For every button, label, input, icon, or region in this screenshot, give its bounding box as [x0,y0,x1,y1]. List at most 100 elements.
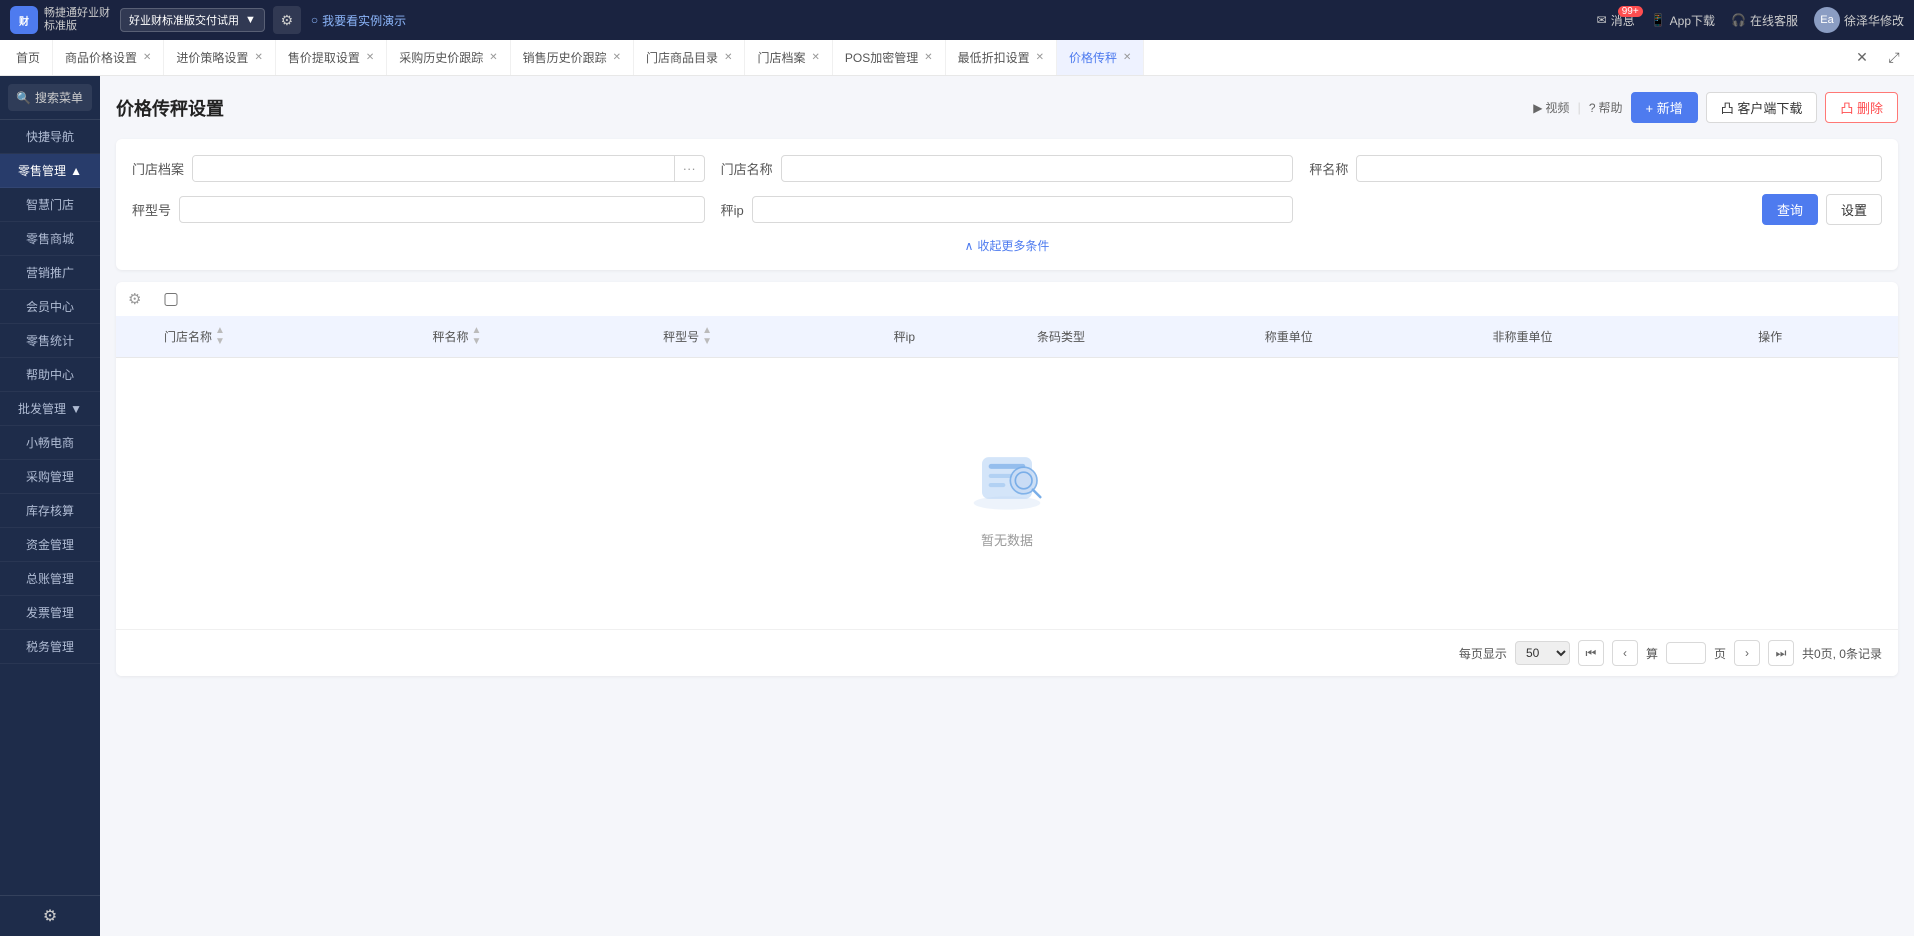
tab-sale-extract[interactable]: 售价提取设置 ✕ [276,40,387,76]
sidebar-item-purchase-manage[interactable]: 采购管理 [0,460,100,494]
tab-home[interactable]: 首页 [4,40,53,76]
filter-store-file: 门店档案 ··· [132,155,705,182]
filter-scale-ip: 秤ip [721,196,1294,223]
sidebar-item-inventory[interactable]: 库存核算 [0,494,100,528]
delete-button[interactable]: 凸 删除 [1825,92,1898,123]
online-service-btn[interactable]: 🎧 在线客服 [1731,12,1798,29]
sidebar-item-quick-nav[interactable]: 快捷导航 [0,120,100,154]
sidebar-item-smart-store[interactable]: 智慧门店 [0,188,100,222]
main-layout: 🔍 搜索菜单 快捷导航 零售管理 ▲ 智慧门店 零售商城 营销推广 会员中心 零… [0,76,1914,936]
logo-text: 畅捷通好业财 标准版 [44,7,110,33]
tab-close-pos-encrypt[interactable]: ✕ [924,52,932,63]
table-card: ⚙ 门店名称 ▲ ▼ [116,282,1898,676]
sort-icon-scale-name: ▲ ▼ [472,326,482,347]
sidebar-item-wholesale-manage[interactable]: 批发管理 ▼ [0,392,100,426]
messages-btn[interactable]: ✉ 消息 99+ [1597,12,1635,29]
sidebar-item-member-center[interactable]: 会员中心 [0,290,100,324]
tab-close-price-scale[interactable]: ✕ [1123,52,1131,63]
table-header-row: 门店名称 ▲ ▼ 秤名称 [116,316,1898,358]
search-menu-button[interactable]: 🔍 搜索菜单 [8,84,92,111]
demo-link[interactable]: ○ 我要看实例演示 [311,12,406,29]
page-first-btn[interactable]: ⏮ [1578,640,1604,666]
tab-restore-btn[interactable]: ⤢ [1878,42,1910,74]
tab-close-purchase-strategy[interactable]: ✕ [254,52,262,63]
page-last-btn[interactable]: ⏭ [1768,640,1794,666]
tab-close-purchase-history[interactable]: ✕ [489,52,497,63]
page-number-input[interactable]: 1 [1666,642,1706,664]
per-page-select[interactable]: 10 20 50 100 [1515,641,1570,665]
scale-ip-input[interactable] [752,196,1294,223]
sidebar-item-retail-stats[interactable]: 零售统计 [0,324,100,358]
tab-close-min-discount[interactable]: ✕ [1036,52,1044,63]
sidebar-item-invoice-manage[interactable]: 发票管理 [0,596,100,630]
tab-purchase-history[interactable]: 采购历史价跟踪 ✕ [387,40,510,76]
tab-close-price-setting[interactable]: ✕ [143,52,151,63]
filter-scale-model: 秤型号 [132,196,705,223]
scale-model-label: 秤型号 [132,200,171,219]
scale-name-input[interactable] [1356,155,1882,182]
content-area: 价格传秤设置 ▶ 视频 | ? 帮助 + 新增 凸 客户端下载 凸 删除 [100,76,1914,936]
download-button[interactable]: 凸 客户端下载 [1706,92,1818,123]
th-scale-name: 秤名称 ▲ ▼ [421,316,652,358]
scale-name-label: 秤名称 [1309,159,1348,178]
sidebar-item-help-center[interactable]: 帮助中心 [0,358,100,392]
page-next-btn[interactable]: › [1734,640,1760,666]
app-download-btn[interactable]: 📱 App下载 [1651,12,1715,29]
add-button[interactable]: + 新增 [1631,92,1698,123]
scale-model-input[interactable] [179,196,705,223]
tab-close-all-btn[interactable]: ✕ [1846,42,1878,74]
th-sort-scale-model[interactable]: 秤型号 ▲ ▼ [663,326,870,347]
filter-row-2: 秤型号 秤ip 查询 设置 [132,194,1882,225]
video-link[interactable]: ▶ 视频 [1533,99,1569,116]
sidebar-item-tax-manage[interactable]: 税务管理 [0,630,100,664]
top-right: ✉ 消息 99+ 📱 App下载 🎧 在线客服 Ea 徐泽华修改 [1597,7,1904,33]
tab-pos-encrypt[interactable]: POS加密管理 ✕ [833,40,946,76]
collapse-btn[interactable]: ∧ 收起更多条件 [965,237,1050,254]
top-actions: ⚙ [273,6,301,34]
store-file-more-icon[interactable]: ··· [674,156,704,181]
pagination: 每页显示 10 20 50 100 ⏮ ‹ 算 1 页 › ⏭ 共0页, 0条记… [116,629,1898,676]
settings-gear-icon[interactable]: ⚙ [273,6,301,34]
tab-bar-actions: ✕ ⤢ [1846,42,1910,74]
app-icon: 📱 [1651,13,1666,27]
filter-card: 门店档案 ··· 门店名称 秤名称 [116,139,1898,270]
tab-sale-history[interactable]: 销售历史价跟踪 ✕ [511,40,634,76]
settings-icon: ⚙ [43,908,57,925]
sidebar-item-general-ledger[interactable]: 总账管理 [0,562,100,596]
sidebar-item-marketing[interactable]: 营销推广 [0,256,100,290]
sidebar-settings[interactable]: ⚙ [0,895,100,936]
sidebar-item-retail-mall[interactable]: 零售商城 [0,222,100,256]
th-sort-scale-name[interactable]: 秤名称 ▲ ▼ [433,326,640,347]
table-gear-icon[interactable]: ⚙ [128,290,141,308]
collapse-arrow-icon: ▼ [70,402,82,416]
tab-close-sale-history[interactable]: ✕ [613,52,621,63]
collapse-row: ∧ 收起更多条件 [132,237,1882,254]
user-menu[interactable]: Ea 徐泽华修改 [1814,7,1904,33]
select-all-checkbox[interactable] [153,293,189,306]
tab-purchase-strategy[interactable]: 进价策略设置 ✕ [164,40,275,76]
tab-store-file[interactable]: 门店档案 ✕ [745,40,832,76]
th-checkbox [116,316,152,358]
tab-min-discount[interactable]: 最低折扣设置 ✕ [946,40,1057,76]
th-scale-ip: 秤ip [882,316,1025,358]
tab-close-store-catalog[interactable]: ✕ [724,52,732,63]
settings-filter-button[interactable]: 设置 [1826,194,1882,225]
sidebar-item-retail-manage[interactable]: 零售管理 ▲ [0,154,100,188]
tab-close-sale-extract[interactable]: ✕ [366,52,374,63]
store-name-input[interactable] [781,155,1294,182]
query-button[interactable]: 查询 [1762,194,1818,225]
tab-price-scale[interactable]: 价格传秤 ✕ [1057,40,1144,76]
tab-price-setting[interactable]: 商品价格设置 ✕ [53,40,164,76]
version-selector[interactable]: 好业财标准版交付试用 ▼ [120,8,265,32]
sidebar-item-fund-manage[interactable]: 资金管理 [0,528,100,562]
th-sort-store-name[interactable]: 门店名称 ▲ ▼ [164,326,409,347]
message-icon: ✉ [1597,13,1607,27]
store-file-input[interactable] [193,156,674,181]
tab-close-store-file[interactable]: ✕ [811,52,819,63]
top-bar: 财 畅捷通好业财 标准版 好业财标准版交付试用 ▼ ⚙ ○ 我要看实例演示 ✉ … [0,0,1914,40]
store-file-input-wrap: ··· [192,155,705,182]
tab-store-catalog[interactable]: 门店商品目录 ✕ [634,40,745,76]
page-prev-btn[interactable]: ‹ [1612,640,1638,666]
sidebar-item-small-ecom[interactable]: 小畅电商 [0,426,100,460]
help-link[interactable]: ? 帮助 [1589,99,1623,116]
